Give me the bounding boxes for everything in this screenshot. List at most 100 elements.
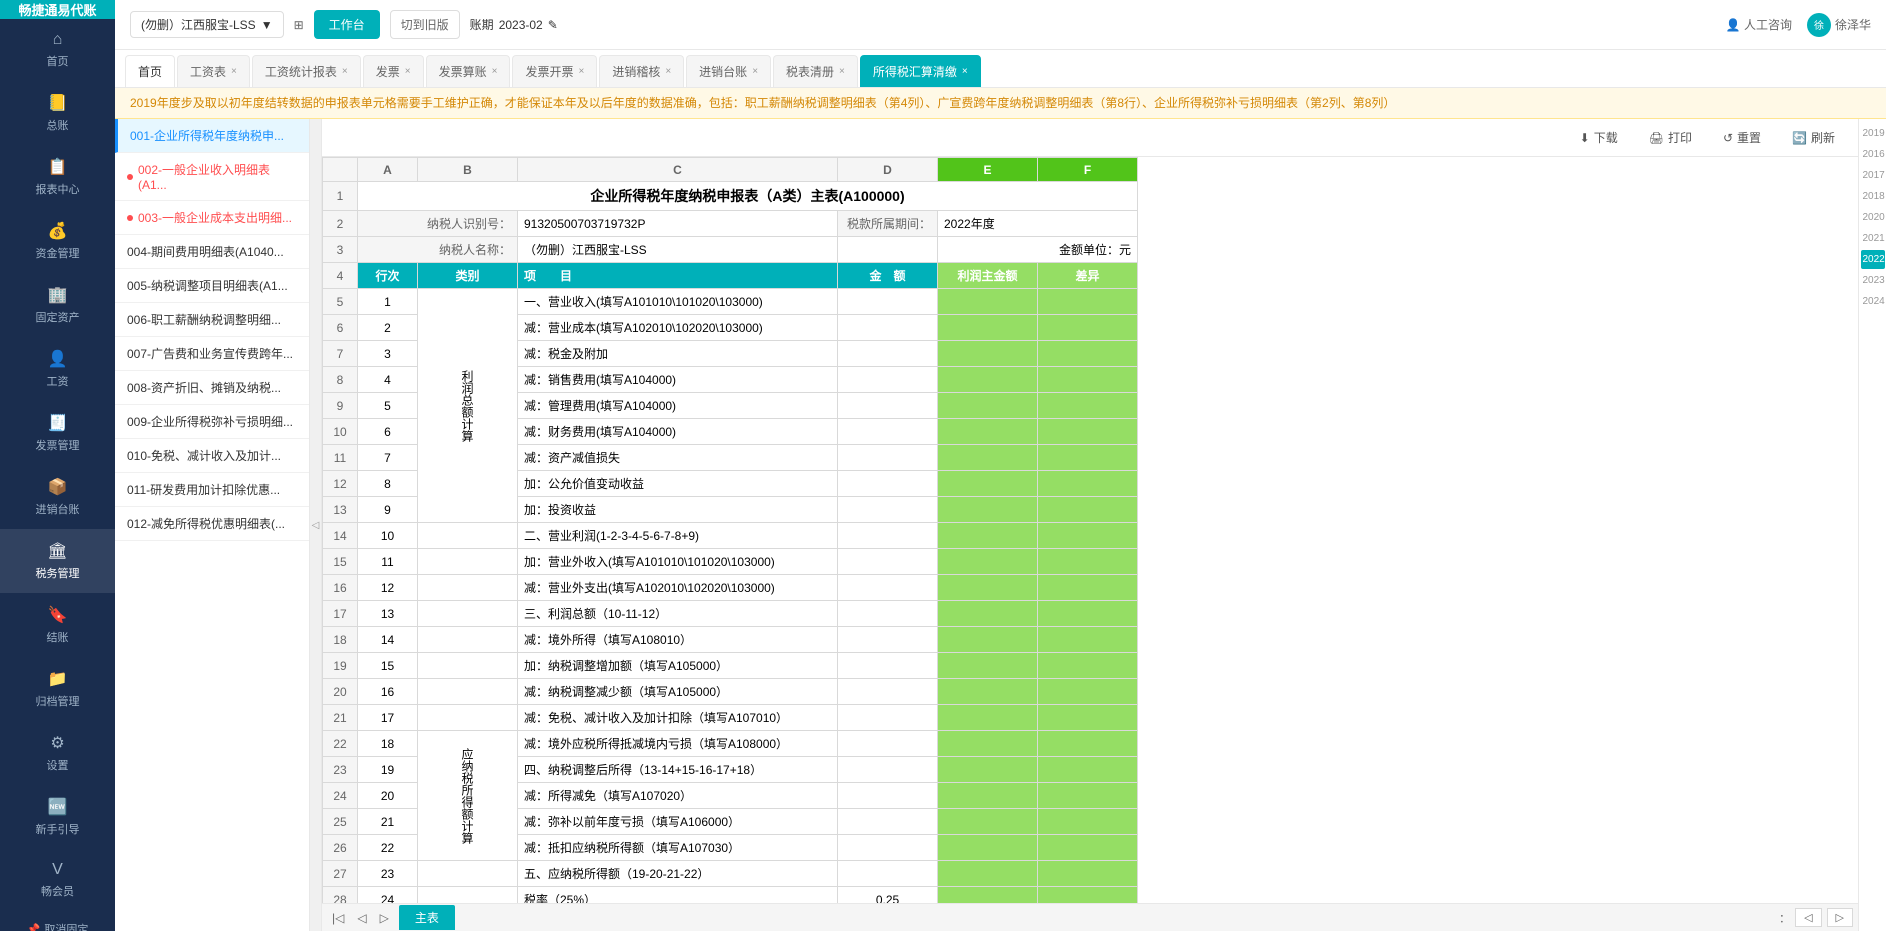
tab-invoice[interactable]: 发票 × <box>363 55 424 87</box>
scroll-right-button[interactable]: ▷ <box>1827 908 1853 927</box>
tab-invoice-calc[interactable]: 发票算账 × <box>426 55 511 87</box>
sheet-nav-first[interactable]: |◁ <box>327 909 349 927</box>
customer-service[interactable]: 👤 人工咨询 <box>1726 16 1792 33</box>
report-icon: 📋 <box>48 157 68 177</box>
nav-item-003[interactable]: 003-一般企业成本支出明细... <box>115 201 309 235</box>
timeline-2016[interactable]: 2016 <box>1861 145 1885 164</box>
timeline-2019[interactable]: 2019 <box>1861 124 1885 143</box>
row-val <box>838 367 938 393</box>
sidebar-item-home[interactable]: ⌂ 首页 <box>0 19 115 81</box>
close-icon[interactable]: × <box>962 66 968 77</box>
row-number: 1 <box>323 182 358 211</box>
sheet-nav-next[interactable]: ▷ <box>375 909 394 927</box>
app-logo: 畅捷通易代账 <box>0 0 115 19</box>
row-val <box>838 523 938 549</box>
nav-item-004[interactable]: 004-期间费用明细表(A1040... <box>115 235 309 269</box>
sidebar-item-member[interactable]: V 畅会员 <box>0 849 115 911</box>
row-item: 五、应纳税所得额（19-20-21-22） <box>518 861 838 887</box>
timeline-2022[interactable]: 2022 <box>1861 250 1885 269</box>
row-number: 5 <box>323 289 358 315</box>
reset-button[interactable]: ↺ 重置 <box>1715 125 1769 150</box>
tab-label: 进销稽核 <box>612 63 660 80</box>
nav-item-009[interactable]: 009-企业所得税弥补亏损明细... <box>115 405 309 439</box>
close-icon[interactable]: × <box>839 66 845 77</box>
tab-salary-report[interactable]: 工资统计报表 × <box>252 55 361 87</box>
sidebar-item-finance[interactable]: 💰 资金管理 <box>0 209 115 273</box>
sidebar-item-purchase-sale[interactable]: 📦 进销台账 <box>0 465 115 529</box>
row-number: 23 <box>323 757 358 783</box>
timeline-2017[interactable]: 2017 <box>1861 166 1885 185</box>
sidebar-item-assets[interactable]: 🏢 固定资产 <box>0 273 115 337</box>
tab-purchase-ledger[interactable]: 进销台账 × <box>686 55 771 87</box>
timeline-2018[interactable]: 2018 <box>1861 187 1885 206</box>
sidebar-item-tax[interactable]: 🏛 税务管理 <box>0 529 115 593</box>
close-icon[interactable]: × <box>231 66 237 77</box>
row-diff <box>1038 471 1138 497</box>
print-button[interactable]: 🖨 打印 <box>1641 125 1700 150</box>
tab-label: 发票算账 <box>439 63 487 80</box>
user-info[interactable]: 徐 徐泽华 <box>1807 13 1871 37</box>
close-icon[interactable]: × <box>665 66 671 77</box>
tab-purchase-audit[interactable]: 进销稽核 × <box>599 55 684 87</box>
switch-version-button[interactable]: 切到旧版 <box>390 10 460 39</box>
nav-item-002[interactable]: 002-一般企业收入明细表(A1... <box>115 153 309 201</box>
sidebar-item-ledger[interactable]: 📒 总账 <box>0 81 115 145</box>
sidebar-item-settings[interactable]: ⚙ 设置 <box>0 721 115 785</box>
tab-tax-list[interactable]: 税表清册 × <box>773 55 858 87</box>
row-seq: 14 <box>358 627 418 653</box>
collapse-panel-button[interactable]: ◁ <box>310 119 322 931</box>
sidebar-item-archive[interactable]: 📁 归档管理 <box>0 657 115 721</box>
sidebar-item-report[interactable]: 📋 报表中心 <box>0 145 115 209</box>
download-button[interactable]: ⬇ 下载 <box>1572 125 1626 150</box>
row-number: 26 <box>323 835 358 861</box>
tab-invoice-open[interactable]: 发票开票 × <box>512 55 597 87</box>
close-icon[interactable]: × <box>405 66 411 77</box>
unpin-button[interactable]: 📌 取消固定 <box>0 911 115 931</box>
close-icon[interactable]: × <box>492 66 498 77</box>
close-icon[interactable]: × <box>578 66 584 77</box>
table-row: 15 11 加：营业外收入(填写A101010\101020\103000) <box>323 549 1138 575</box>
tab-label: 进销台账 <box>699 63 747 80</box>
workbench-button[interactable]: 工作台 <box>314 10 380 39</box>
settings-icon: ⚙ <box>50 733 64 753</box>
nav-item-010[interactable]: 010-免税、减计收入及加计... <box>115 439 309 473</box>
nav-item-label: 002-一般企业收入明细表(A1... <box>138 161 297 192</box>
col-label-leibie: 类别 <box>418 263 518 289</box>
close-icon[interactable]: × <box>752 66 758 77</box>
refresh-button[interactable]: 🔄 刷新 <box>1784 125 1843 150</box>
sheet-nav-prev[interactable]: ◁ <box>352 909 371 927</box>
timeline-2021[interactable]: 2021 <box>1861 229 1885 248</box>
sidebar-item-salary[interactable]: 👤 工资 <box>0 337 115 401</box>
spreadsheet-container[interactable]: A B C D E F 1 企业所 <box>322 157 1858 903</box>
sheet-tab-main[interactable]: 主表 <box>399 905 455 930</box>
timeline-2020[interactable]: 2020 <box>1861 208 1885 227</box>
tab-salary[interactable]: 工资表 × <box>177 55 250 87</box>
copy-icon[interactable]: ⊞ <box>294 18 304 32</box>
col-header-a: A <box>358 158 418 182</box>
nav-item-008[interactable]: 008-资产折旧、摊销及纳税... <box>115 371 309 405</box>
row-val <box>838 419 938 445</box>
edit-period-icon[interactable]: ✎ <box>548 18 558 32</box>
timeline-2024[interactable]: 2024 <box>1861 292 1885 311</box>
nav-item-007[interactable]: 007-广告费和业务宣传费跨年... <box>115 337 309 371</box>
nav-item-012[interactable]: 012-减免所得税优惠明细表(... <box>115 507 309 541</box>
tab-income-tax[interactable]: 所得税汇算清缴 × <box>860 55 981 88</box>
nav-item-001[interactable]: 001-企业所得税年度纳税申... <box>115 119 309 153</box>
row-val <box>838 341 938 367</box>
close-icon[interactable]: × <box>342 66 348 77</box>
tab-label: 首页 <box>138 63 162 80</box>
sidebar-item-guide[interactable]: 🆕 新手引导 <box>0 785 115 849</box>
nav-item-011[interactable]: 011-研发费用加计扣除优惠... <box>115 473 309 507</box>
timeline-2023[interactable]: 2023 <box>1861 271 1885 290</box>
company-selector[interactable]: (勿删）江西服宝-LSS ▼ <box>130 11 284 38</box>
scroll-left-button[interactable]: ◁ <box>1795 908 1821 927</box>
ledger-icon: 📒 <box>48 93 68 113</box>
invoice-icon: 🧾 <box>48 413 68 433</box>
sidebar-item-invoice[interactable]: 🧾 发票管理 <box>0 401 115 465</box>
nav-item-005[interactable]: 005-纳税调整项目明细表(A1... <box>115 269 309 303</box>
tab-home[interactable]: 首页 <box>125 55 175 88</box>
row-item: 一、营业收入(填写A101010\101020\103000) <box>518 289 838 315</box>
row-seq: 23 <box>358 861 418 887</box>
sidebar-item-checkout[interactable]: 🔖 结账 <box>0 593 115 657</box>
nav-item-006[interactable]: 006-职工薪酬纳税调整明细... <box>115 303 309 337</box>
